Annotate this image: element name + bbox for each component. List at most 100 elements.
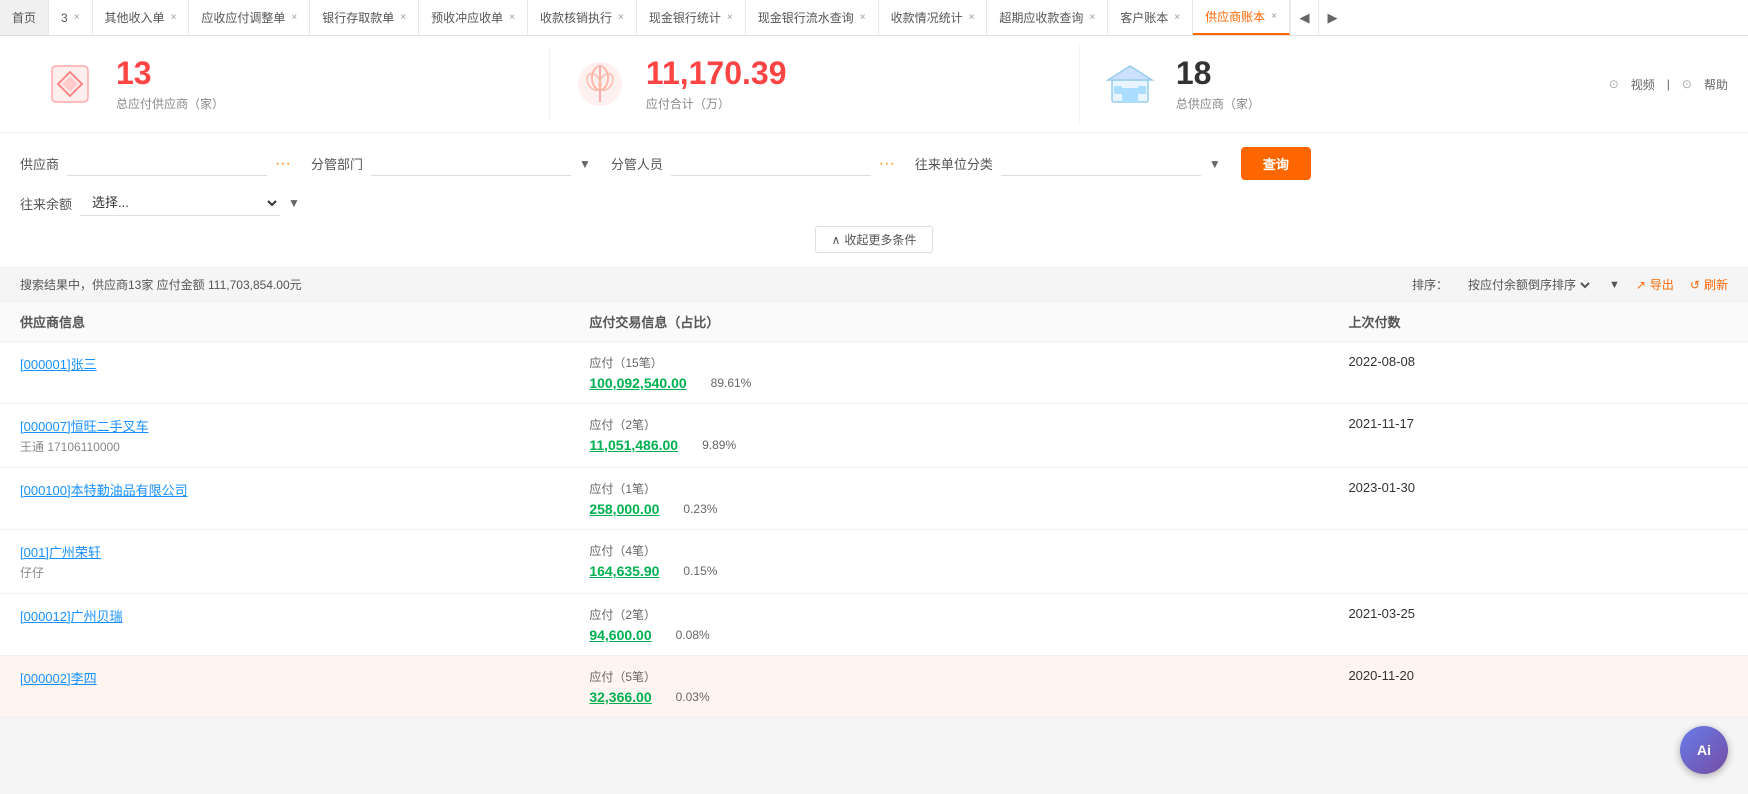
supplier-name-link[interactable]: [000001]张三	[20, 354, 589, 373]
supplier-input[interactable]	[67, 152, 267, 176]
tx-label: 应付（15笔）	[589, 354, 1348, 371]
collapse-button[interactable]: ∧ 收起更多条件	[815, 226, 934, 253]
diamond-icon	[40, 54, 100, 114]
search-row-2: 往来余额 选择... ▼	[20, 190, 1728, 216]
tx-row: 164,635.90 0.15%	[589, 563, 1348, 579]
nav-tab-customer-ledger[interactable]: 客户账本 ×	[1108, 0, 1193, 35]
dept-dropdown-icon[interactable]: ▼	[579, 157, 591, 171]
table-row[interactable]: [000007]恒旺二手叉车 王通 17106110000 应付（2笔） 11,…	[0, 404, 1748, 468]
tx-percent: 0.08%	[676, 628, 710, 642]
table-row[interactable]: [001]广州荣轩 仔仔 应付（4笔） 164,635.90 0.15%	[0, 530, 1748, 594]
supplier-info: [000002]李四	[20, 668, 589, 687]
table-row[interactable]: [000001]张三 应付（15笔） 100,092,540.00 89.61%…	[0, 342, 1748, 404]
stats-bar: 13 总应付供应商（家） 11,170.39 应付合计（万）	[0, 36, 1748, 133]
close-icon[interactable]: ×	[74, 12, 80, 23]
person-field: 分管人员 ···	[611, 152, 895, 176]
result-summary: 搜索结果中，供应商13家 应付金额 111,703,854.00元	[20, 276, 302, 293]
dept-field: 分管部门 ▼	[311, 152, 591, 176]
close-icon[interactable]: ×	[1089, 12, 1095, 23]
dept-input[interactable]	[371, 152, 571, 176]
nav-tab-home[interactable]: 首页	[0, 0, 49, 35]
last-pay: 2022-08-08	[1348, 354, 1728, 369]
refresh-icon: ↺	[1690, 278, 1700, 292]
nav-tab-overdue-ar[interactable]: 超期应收款查询 ×	[987, 0, 1108, 35]
nav-tab-cash-bank-stat[interactable]: 现金银行统计 ×	[637, 0, 746, 35]
total-suppliers-number: 18	[1176, 56, 1260, 91]
tx-percent: 0.15%	[683, 564, 717, 578]
transaction-info: 应付（2笔） 94,600.00 0.08%	[589, 606, 1348, 643]
separator: |	[1667, 77, 1670, 91]
close-icon[interactable]: ×	[618, 12, 624, 23]
supplier-dots[interactable]: ···	[275, 155, 291, 173]
total-suppliers-label: 总供应商（家）	[1176, 95, 1260, 112]
nav-tab-3[interactable]: 3 ×	[49, 0, 93, 35]
person-input[interactable]	[671, 152, 871, 176]
tx-amount[interactable]: 94,600.00	[589, 627, 651, 643]
close-icon[interactable]: ×	[860, 12, 866, 23]
payable-suppliers-number: 13	[116, 56, 224, 91]
header-supplier: 供应商信息	[20, 312, 589, 331]
category-dropdown-icon[interactable]: ▼	[1209, 157, 1221, 171]
last-pay: 2020-11-20	[1348, 668, 1728, 683]
close-icon[interactable]: ×	[969, 12, 975, 23]
result-bar: 搜索结果中，供应商13家 应付金额 111,703,854.00元 排序： 按应…	[0, 268, 1748, 302]
nav-tab-other-income[interactable]: 其他收入单 ×	[93, 0, 190, 35]
tx-amount[interactable]: 32,366.00	[589, 689, 651, 705]
supplier-name-link[interactable]: [000100]本特勤油品有限公司	[20, 480, 589, 499]
sort-select[interactable]: 按应付余额倒序排序	[1464, 277, 1593, 293]
search-area: 供应商 ··· 分管部门 ▼ 分管人员 ··· 往来单位分类 ▼ 查询 往来余额…	[0, 133, 1748, 268]
balance-select[interactable]: 选择...	[80, 190, 280, 216]
tx-amount[interactable]: 258,000.00	[589, 501, 659, 517]
close-icon[interactable]: ×	[1174, 12, 1180, 23]
table-row[interactable]: [000100]本特勤油品有限公司 应付（1笔） 258,000.00 0.23…	[0, 468, 1748, 530]
balance-field: 往来余额 选择... ▼	[20, 190, 300, 216]
close-icon[interactable]: ×	[171, 12, 177, 23]
tx-percent: 0.23%	[683, 502, 717, 516]
supplier-name-link[interactable]: [000002]李四	[20, 668, 589, 687]
search-row-1: 供应商 ··· 分管部门 ▼ 分管人员 ··· 往来单位分类 ▼ 查询	[20, 147, 1728, 180]
tx-amount[interactable]: 164,635.90	[589, 563, 659, 579]
supplier-name-link[interactable]: [000007]恒旺二手叉车	[20, 416, 589, 435]
person-dots[interactable]: ···	[879, 155, 895, 173]
supplier-label: 供应商	[20, 154, 59, 173]
supplier-info: [001]广州荣轩 仔仔	[20, 542, 589, 581]
nav-prev-arrow[interactable]: ◀	[1290, 0, 1318, 35]
close-icon[interactable]: ×	[509, 12, 515, 23]
tx-amount[interactable]: 100,092,540.00	[589, 375, 686, 391]
table-row[interactable]: [000002]李四 应付（5笔） 32,366.00 0.03% 2020-1…	[0, 656, 1748, 718]
close-icon[interactable]: ×	[400, 12, 406, 23]
video-link[interactable]: 视频	[1631, 76, 1655, 93]
nav-tab-collection-verify[interactable]: 收款核销执行 ×	[528, 0, 637, 35]
close-icon[interactable]: ×	[1271, 11, 1277, 22]
table-row[interactable]: [000012]广州贝瑞 应付（2笔） 94,600.00 0.08% 2021…	[0, 594, 1748, 656]
tx-label: 应付（2笔）	[589, 416, 1348, 433]
tx-amount[interactable]: 11,051,486.00	[589, 437, 678, 453]
supplier-info: [000100]本特勤油品有限公司	[20, 480, 589, 499]
refresh-button[interactable]: ↺ 刷新	[1690, 276, 1728, 293]
nav-tab-prepay-offset[interactable]: 预收冲应收单 ×	[419, 0, 528, 35]
nav-tab-supplier-ledger[interactable]: 供应商账本 ×	[1193, 0, 1290, 35]
export-button[interactable]: ↗ 导出	[1636, 276, 1674, 293]
supplier-name-link[interactable]: [001]广州荣轩	[20, 542, 589, 561]
stat-info-payable: 13 总应付供应商（家）	[116, 56, 224, 112]
transaction-info: 应付（2笔） 11,051,486.00 9.89%	[589, 416, 1348, 453]
help-link[interactable]: 帮助	[1704, 76, 1728, 93]
nav-tab-cash-bank-flow[interactable]: 现金银行流水查询 ×	[746, 0, 879, 35]
balance-dropdown-icon[interactable]: ▼	[288, 196, 300, 210]
close-icon[interactable]: ×	[291, 12, 297, 23]
ai-button[interactable]: Ai	[1680, 726, 1728, 774]
dept-label: 分管部门	[311, 154, 363, 173]
close-icon[interactable]: ×	[727, 12, 733, 23]
nav-tab-collection-stat[interactable]: 收款情况统计 ×	[879, 0, 988, 35]
stat-info-total-suppliers: 18 总供应商（家）	[1176, 56, 1260, 112]
circle-icon: ⊙	[1609, 77, 1619, 91]
nav-tab-ar-ap-adjust[interactable]: 应收应付调整单 ×	[189, 0, 310, 35]
nav-next-arrow[interactable]: ▶	[1318, 0, 1346, 35]
search-button[interactable]: 查询	[1241, 147, 1311, 180]
supplier-info: [000001]张三	[20, 354, 589, 373]
supplier-name-link[interactable]: [000012]广州贝瑞	[20, 606, 589, 625]
nav-tab-bank-deposit[interactable]: 银行存取款单 ×	[310, 0, 419, 35]
sort-dropdown-icon[interactable]: ▼	[1609, 279, 1620, 291]
category-input[interactable]	[1001, 152, 1201, 176]
tx-row: 32,366.00 0.03%	[589, 689, 1348, 705]
